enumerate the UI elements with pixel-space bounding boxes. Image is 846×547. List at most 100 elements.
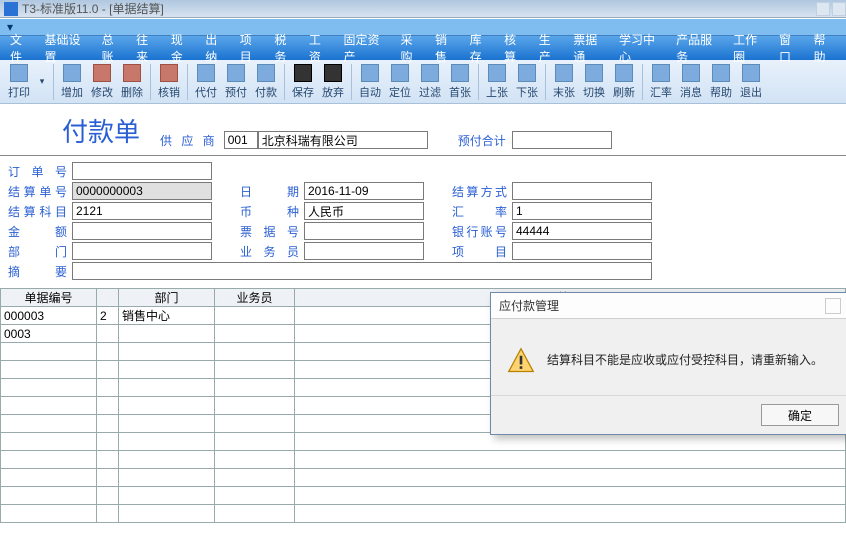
cell-dept[interactable]: 销售中心	[119, 307, 215, 325]
account-input[interactable]	[72, 202, 212, 220]
toolbtn-代付[interactable]: 代付	[192, 62, 220, 102]
col-header[interactable]: 业务员	[215, 289, 295, 307]
table-row[interactable]	[1, 487, 846, 505]
col-header[interactable]	[97, 289, 119, 307]
cell-sales[interactable]	[215, 397, 295, 415]
toolbtn-帮助[interactable]: 帮助	[707, 62, 735, 102]
cell-digest[interactable]	[295, 433, 846, 451]
digest-input[interactable]	[72, 262, 652, 280]
toolbtn-定位[interactable]: 定位	[386, 62, 414, 102]
cell-dept[interactable]	[119, 415, 215, 433]
menu-6[interactable]: 项目	[234, 36, 269, 60]
toolbtn-刷新[interactable]: 刷新	[610, 62, 638, 102]
table-row[interactable]	[1, 433, 846, 451]
menu-8[interactable]: 工资	[303, 36, 338, 60]
menu-7[interactable]: 税务	[268, 36, 303, 60]
menu-5[interactable]: 出纳	[199, 36, 234, 60]
menu-3[interactable]: 往来	[130, 36, 165, 60]
ok-button[interactable]: 确定	[761, 404, 839, 426]
cell-no[interactable]: 0003	[1, 325, 97, 343]
toolbtn-增加[interactable]: 增加	[58, 62, 86, 102]
cell-seq[interactable]	[97, 343, 119, 361]
table-row[interactable]	[1, 469, 846, 487]
cell-sales[interactable]	[215, 325, 295, 343]
cell-sales[interactable]	[215, 415, 295, 433]
cell-seq[interactable]: 2	[97, 307, 119, 325]
toolbtn-核销[interactable]: 核销	[155, 62, 183, 102]
cell-no[interactable]: 000003	[1, 307, 97, 325]
cell-seq[interactable]	[97, 415, 119, 433]
cell-seq[interactable]	[97, 379, 119, 397]
date-input[interactable]	[304, 182, 424, 200]
toolbtn-消息[interactable]: 消息	[677, 62, 705, 102]
cell-no[interactable]	[1, 469, 97, 487]
cell-dept[interactable]	[119, 361, 215, 379]
cell-sales[interactable]	[215, 469, 295, 487]
toolbtn-过滤[interactable]: 过滤	[416, 62, 444, 102]
vendor-name-input[interactable]	[258, 131, 428, 149]
cell-seq[interactable]	[97, 469, 119, 487]
toolbtn-预付[interactable]: 预付	[222, 62, 250, 102]
toolbtn-切换[interactable]: 切换	[580, 62, 608, 102]
cell-seq[interactable]	[97, 433, 119, 451]
cell-sales[interactable]	[215, 487, 295, 505]
toolbtn-打印[interactable]: 打印	[5, 62, 33, 102]
menu-17[interactable]: 产品服务	[670, 36, 727, 60]
menu-12[interactable]: 库存	[464, 36, 499, 60]
cell-no[interactable]	[1, 451, 97, 469]
dept-input[interactable]	[72, 242, 212, 260]
cell-no[interactable]	[1, 487, 97, 505]
cell-sales[interactable]	[215, 343, 295, 361]
toolbtn-末张[interactable]: 末张	[550, 62, 578, 102]
toolbtn-drop[interactable]	[35, 62, 49, 102]
cell-sales[interactable]	[215, 505, 295, 523]
cell-no[interactable]	[1, 361, 97, 379]
cell-dept[interactable]	[119, 397, 215, 415]
menu-13[interactable]: 核算	[498, 36, 533, 60]
toolbtn-付款[interactable]: 付款	[252, 62, 280, 102]
maximize-icon[interactable]	[832, 2, 846, 16]
amount-input[interactable]	[72, 222, 212, 240]
toolbtn-修改[interactable]: 修改	[88, 62, 116, 102]
menu-2[interactable]: 总账	[96, 36, 131, 60]
prepay-input[interactable]	[512, 131, 612, 149]
menu-19[interactable]: 窗口	[773, 36, 808, 60]
cell-digest[interactable]	[295, 469, 846, 487]
close-icon[interactable]	[825, 298, 841, 314]
toolbtn-汇率[interactable]: 汇率	[647, 62, 675, 102]
cell-digest[interactable]	[295, 451, 846, 469]
toolbtn-下张[interactable]: 下张	[513, 62, 541, 102]
cell-sales[interactable]	[215, 433, 295, 451]
menu-11[interactable]: 销售	[429, 36, 464, 60]
toolbtn-上张[interactable]: 上张	[483, 62, 511, 102]
cell-no[interactable]	[1, 415, 97, 433]
rate-input[interactable]	[512, 202, 652, 220]
order-no-input[interactable]	[72, 162, 212, 180]
cell-seq[interactable]	[97, 505, 119, 523]
toolbtn-删除[interactable]: 删除	[118, 62, 146, 102]
cell-seq[interactable]	[97, 451, 119, 469]
bank-input[interactable]	[512, 222, 652, 240]
cell-dept[interactable]	[119, 451, 215, 469]
menu-1[interactable]: 基础设置	[39, 36, 96, 60]
cell-dept[interactable]	[119, 469, 215, 487]
vendor-code-input[interactable]	[224, 131, 258, 149]
settle-way-input[interactable]	[512, 182, 652, 200]
menu-18[interactable]: 工作圈	[727, 36, 773, 60]
menu-10[interactable]: 采购	[395, 36, 430, 60]
menu-20[interactable]: 帮助	[808, 36, 843, 60]
toolbtn-放弃[interactable]: 放弃	[319, 62, 347, 102]
cell-sales[interactable]	[215, 361, 295, 379]
menu-4[interactable]: 现金	[165, 36, 200, 60]
toolbtn-保存[interactable]: 保存	[289, 62, 317, 102]
menu-9[interactable]: 固定资产	[337, 36, 394, 60]
toolbtn-首张[interactable]: 首张	[446, 62, 474, 102]
cell-no[interactable]	[1, 433, 97, 451]
cell-sales[interactable]	[215, 451, 295, 469]
cell-no[interactable]	[1, 397, 97, 415]
project-input[interactable]	[512, 242, 652, 260]
toolbtn-退出[interactable]: 退出	[737, 62, 765, 102]
cell-seq[interactable]	[97, 361, 119, 379]
cell-digest[interactable]	[295, 505, 846, 523]
menu-16[interactable]: 学习中心	[613, 36, 670, 60]
